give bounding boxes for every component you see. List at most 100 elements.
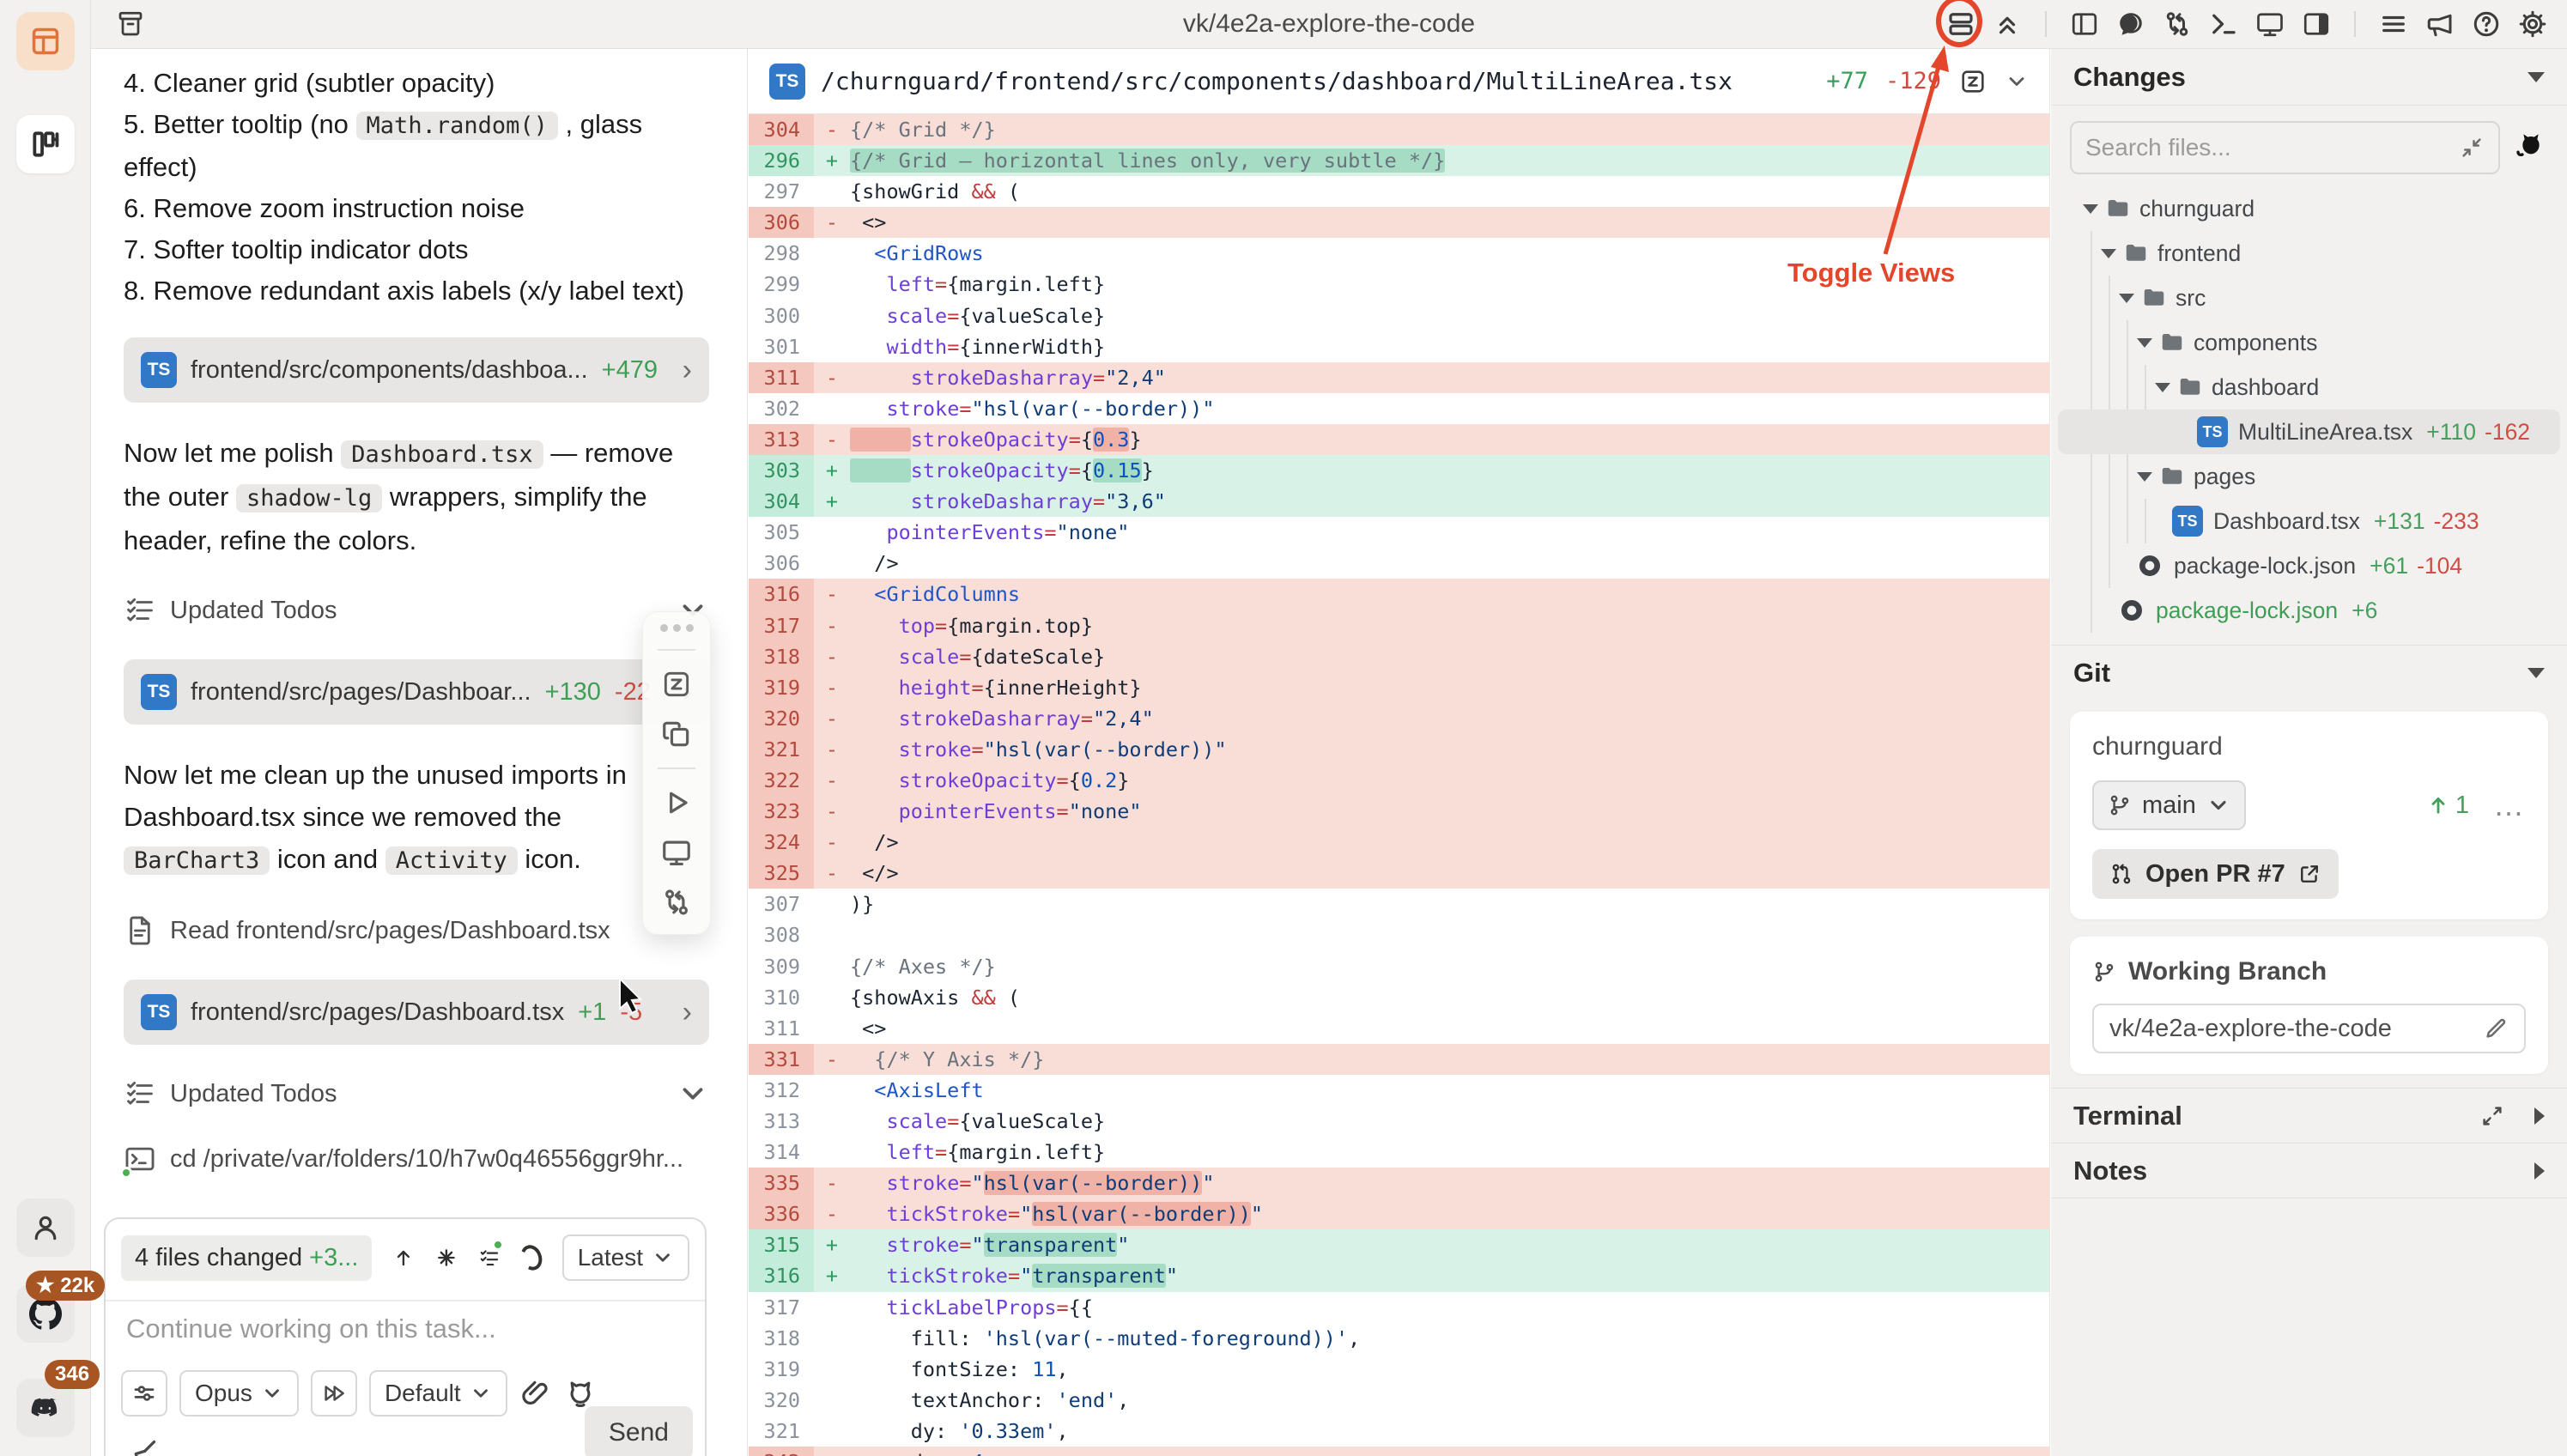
working-branch-input[interactable]: vk/4e2a-explore-the-code	[2092, 1004, 2526, 1053]
git-compare-icon[interactable]	[2162, 9, 2193, 39]
caret-down-icon[interactable]	[2101, 249, 2116, 258]
code-line: strokeOpacity={0.2}	[850, 765, 2049, 796]
caret-down-icon[interactable]	[2119, 294, 2134, 303]
diff-sign	[814, 300, 850, 331]
broom-icon[interactable]	[126, 1435, 161, 1456]
chat-transcript: 4. Cleaner grid (subtler opacity)5. Bett…	[92, 49, 747, 1175]
send-button[interactable]: Send	[585, 1406, 693, 1456]
rail-item-layout-active[interactable]	[16, 12, 75, 70]
archive-box-icon[interactable]	[115, 9, 146, 39]
tree-item-components[interactable]: components	[2051, 320, 2567, 365]
tree-item-Dashboard.tsx[interactable]: TSDashboard.tsx +131 -233	[2051, 499, 2567, 543]
burst-icon[interactable]	[435, 1242, 458, 1273]
package-icon	[2118, 597, 2145, 624]
help-icon[interactable]	[2471, 9, 2502, 39]
code-line: />	[850, 827, 2049, 858]
file-diff-chip[interactable]: TS frontend/src/pages/Dashboard.tsx +1 -…	[124, 980, 709, 1045]
changes-section-header[interactable]: Changes	[2051, 49, 2567, 106]
open-pr-button[interactable]: Open PR #7	[2092, 849, 2339, 899]
files-changed-chip[interactable]: 4 files changed +3...	[121, 1235, 372, 1281]
tree-item-churnguard[interactable]: churnguard	[2051, 186, 2567, 231]
diff-code: 304 - {/* Grid */} 296 + {/* Grid — hori…	[749, 114, 2049, 1456]
monitor-icon[interactable]	[660, 836, 693, 869]
scroll-up-icon[interactable]	[392, 1242, 415, 1273]
caret-down-icon[interactable]	[2137, 472, 2152, 482]
collapse-tree-icon[interactable]	[2459, 135, 2485, 161]
diff-sign	[814, 269, 850, 300]
git-section-header[interactable]: Git	[2051, 645, 2567, 700]
tree-item-package-lock.json[interactable]: package-lock.json +6	[2051, 588, 2567, 633]
monitor-icon[interactable]	[2254, 9, 2285, 39]
panel-right-filled-icon[interactable]	[2301, 9, 2332, 39]
tool-call-row[interactable]: Updated Todos	[124, 594, 709, 627]
cat-icon[interactable]	[564, 1377, 597, 1410]
drag-handle-icon[interactable]	[660, 624, 694, 632]
pencil-icon[interactable]	[2483, 1016, 2509, 1041]
tree-item-dashboard[interactable]: dashboard	[2051, 365, 2567, 410]
megaphone-icon[interactable]	[2424, 9, 2455, 39]
chat-bubble-icon[interactable]	[2115, 9, 2146, 39]
caret-down-icon[interactable]	[2155, 383, 2170, 392]
diff-sign	[814, 1106, 850, 1137]
play-icon[interactable]	[660, 786, 693, 819]
inline-code: BarChart3	[124, 846, 270, 875]
tune-settings-button[interactable]	[121, 1370, 167, 1417]
cat-icon[interactable]	[2514, 130, 2548, 165]
caret-down-icon[interactable]	[2083, 204, 2098, 214]
code-line: <>	[850, 1013, 2049, 1044]
terminal-icon[interactable]	[2208, 9, 2239, 39]
mode-dropdown[interactable]: Default	[369, 1370, 507, 1417]
line-number: 317	[749, 1292, 814, 1323]
file-diff-chip[interactable]: TS frontend/src/components/dashboa... +4…	[124, 337, 709, 403]
settings-gear-icon[interactable]	[2517, 9, 2548, 39]
file-diff-chip[interactable]: TS frontend/src/pages/Dashboar... +130 -…	[124, 659, 709, 725]
diff-row: 304 + strokeDasharray="3,6"	[749, 486, 2049, 517]
tree-item-frontend[interactable]: frontend	[2051, 231, 2567, 276]
toggle-views-icon[interactable]	[1945, 9, 1976, 39]
model-dropdown[interactable]: Opus	[179, 1370, 299, 1417]
tool-call-row[interactable]: Read frontend/src/pages/Dashboard.tsx	[124, 914, 709, 947]
latest-dropdown[interactable]: Latest	[562, 1235, 689, 1281]
inline-code: Activity	[385, 846, 518, 875]
git-branch-icon	[2092, 960, 2116, 984]
rail-item-kanban[interactable]	[16, 115, 75, 173]
line-number: 308	[749, 919, 814, 950]
chevron-down-icon[interactable]	[2005, 70, 2029, 94]
rail-item-account[interactable]	[16, 1198, 75, 1257]
expand-icon[interactable]	[2479, 1103, 2505, 1129]
collapse-all-icon[interactable]	[1992, 9, 2023, 39]
menu-icon[interactable]	[2378, 9, 2409, 39]
tree-item-package-lock.json[interactable]: package-lock.json +61 -104	[2051, 543, 2567, 588]
notes-section-header[interactable]: Notes	[2051, 1143, 2567, 1198]
git-compare-icon[interactable]	[660, 886, 693, 919]
left-rail: ★ 22k 346	[0, 0, 91, 1456]
terminal-section-header[interactable]: Terminal	[2051, 1088, 2567, 1143]
diff-view-icon[interactable]	[1958, 67, 1987, 96]
floating-toolbar	[642, 611, 711, 935]
chevron-down-icon[interactable]	[677, 1077, 709, 1110]
tool-call-row[interactable]: Updated Todos	[124, 1077, 709, 1110]
diff-sign: +	[814, 486, 850, 517]
diff-row: 305 pointerEvents="none"	[749, 517, 2049, 548]
fast-forward-button[interactable]	[311, 1370, 357, 1417]
tree-item-src[interactable]: src	[2051, 276, 2567, 320]
search-files-input[interactable]: Search files...	[2070, 121, 2500, 174]
diff-row: 315 + stroke="transparent"	[749, 1229, 2049, 1260]
more-options-icon[interactable]: …	[2493, 799, 2526, 811]
tree-item-MultiLineArea.tsx[interactable]: TSMultiLineArea.tsx +110 -162	[2058, 410, 2560, 454]
tool-call-row[interactable]: cd /private/var/folders/10/h7w0q46556ggr…	[124, 1143, 709, 1175]
panel-left-icon[interactable]	[2069, 9, 2100, 39]
branch-dropdown[interactable]: main	[2092, 780, 2246, 830]
attachment-paperclip-icon[interactable]	[519, 1377, 552, 1410]
tree-item-pages[interactable]: pages	[2051, 454, 2567, 499]
ts-icon: TS	[2172, 506, 2203, 537]
diff-view-icon[interactable]	[660, 668, 693, 701]
copy-icon[interactable]	[660, 718, 693, 750]
line-number: 319	[749, 1354, 814, 1385]
caret-down-icon[interactable]	[2137, 338, 2152, 348]
todo-list-icon[interactable]	[478, 1242, 501, 1273]
composer-input[interactable]: Continue working on this task...	[126, 1313, 496, 1344]
file-path: frontend/src/components/dashboa...	[191, 356, 588, 385]
commits-ahead[interactable]: 1	[2426, 792, 2469, 820]
line-number: 323	[749, 796, 814, 827]
